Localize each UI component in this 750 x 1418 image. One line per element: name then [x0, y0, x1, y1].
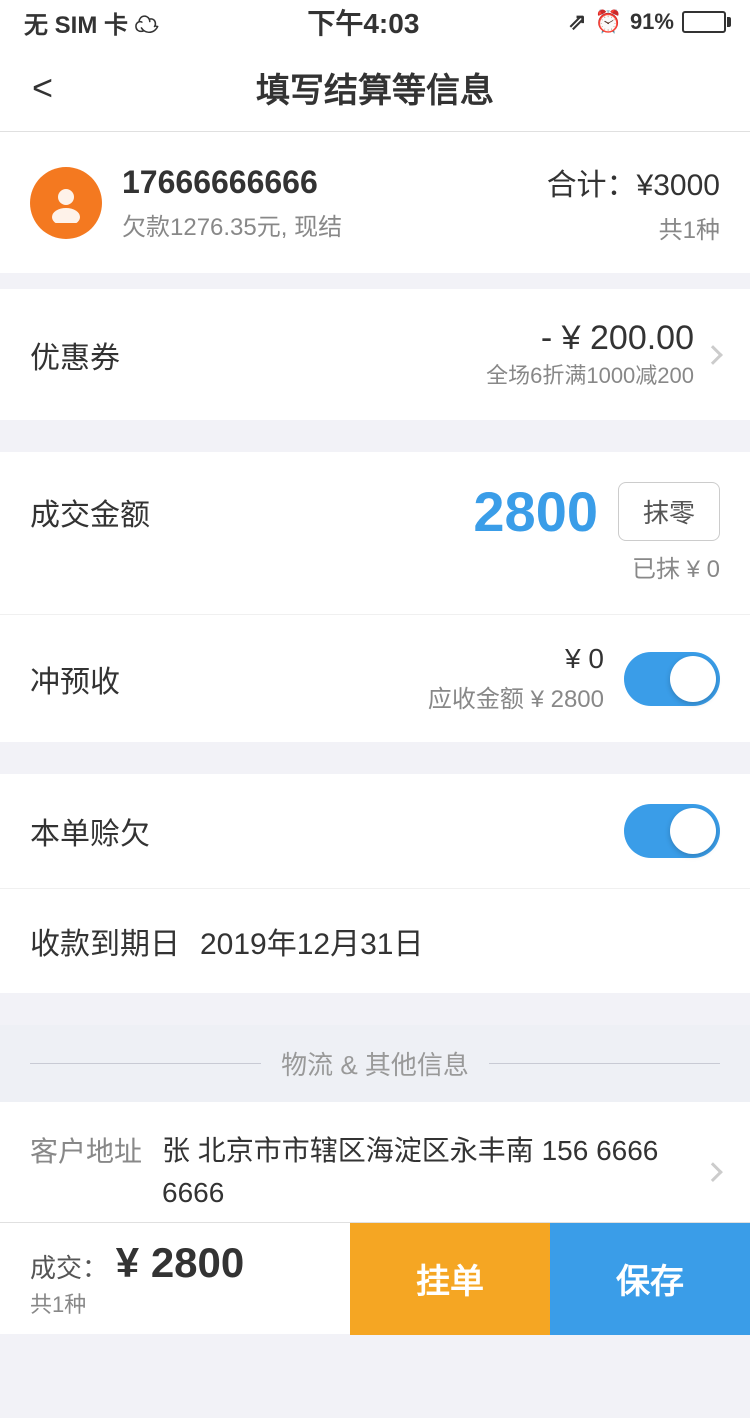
customer-right: 合计：¥3000 共1种 — [547, 160, 720, 245]
gray-divider-3 — [0, 1009, 750, 1025]
page-title: 填写结算等信息 — [256, 63, 494, 112]
gray-divider-1 — [0, 436, 750, 452]
debt-section: 本单赊欠 — [0, 774, 750, 888]
amount-right: 2800 抹零 — [473, 482, 720, 541]
round-button[interactable]: 抹零 — [618, 482, 720, 541]
debt-row: 本单赊欠 — [30, 804, 720, 858]
location-icon: ⇗ — [568, 9, 586, 35]
debt-label: 本单赊欠 — [30, 809, 150, 853]
back-button[interactable]: < — [24, 59, 61, 117]
coupon-values: - ¥ 200.00 全场6折满1000减200 — [486, 319, 694, 390]
bottom-count: 共1种 — [30, 1287, 320, 1319]
save-button[interactable]: 保存 — [550, 1223, 750, 1335]
avatar — [30, 167, 102, 239]
status-right: ⇗ ⏰ 91% — [568, 9, 726, 35]
bottom-total-amount: ¥ 2800 — [116, 1239, 244, 1286]
prepay-section: 冲预收 ¥ 0 应收金额 ¥ 2800 — [0, 614, 750, 742]
amount-value: 2800 — [473, 484, 598, 540]
amount-sub: 已抹 ¥ 0 — [30, 549, 720, 584]
status-bar: 无 SIM 卡 ☁ 下午4:03 ⇗ ⏰ 91% — [0, 0, 750, 44]
bottom-total-row: 成交： ¥ 2800 — [30, 1239, 320, 1287]
coupon-discount: - ¥ 200.00 — [486, 319, 694, 358]
due-date-value: 2019年12月31日 — [200, 919, 423, 963]
customer-card: 17666666666 欠款1276.35元, 现结 合计：¥3000 共1种 — [0, 132, 750, 273]
nav-bar: < 填写结算等信息 — [0, 44, 750, 132]
sim-status: 无 SIM 卡 ☁ — [24, 5, 159, 40]
divider-line-right — [489, 1063, 720, 1064]
due-date-section: 收款到期日 2019年12月31日 — [0, 888, 750, 993]
battery-percent: 91% — [630, 9, 674, 35]
customer-left: 17666666666 欠款1276.35元, 现结 — [30, 164, 342, 242]
prepay-right: ¥ 0 应收金额 ¥ 2800 — [428, 643, 720, 714]
bottom-total-label: 成交： — [30, 1253, 108, 1283]
chevron-right-icon — [703, 345, 723, 365]
bottom-bar: 成交： ¥ 2800 共1种 挂单 保存 — [0, 1222, 750, 1334]
amount-section: 成交金额 2800 抹零 已抹 ¥ 0 — [0, 452, 750, 614]
amount-label: 成交金额 — [30, 490, 150, 534]
total-count: 共1种 — [547, 210, 720, 245]
prepay-sub: 应收金额 ¥ 2800 — [428, 679, 604, 714]
prepay-amount: ¥ 0 — [428, 643, 604, 675]
total-amount: 合计：¥3000 — [547, 160, 720, 204]
coupon-right: - ¥ 200.00 全场6折满1000减200 — [486, 319, 720, 390]
customer-debt: 欠款1276.35元, 现结 — [122, 207, 342, 242]
address-value: 张 北京市市辖区海淀区永丰南 156 6666 6666 — [162, 1130, 706, 1214]
debt-toggle[interactable] — [624, 804, 720, 858]
pending-button[interactable]: 挂单 — [350, 1223, 550, 1335]
address-left: 客户地址 张 北京市市辖区海淀区永丰南 156 6666 6666 — [30, 1130, 706, 1214]
customer-info: 17666666666 欠款1276.35元, 现结 — [122, 164, 342, 242]
prepay-toggle[interactable] — [624, 652, 720, 706]
logistics-label: 物流 & 其他信息 — [281, 1045, 469, 1082]
bottom-summary: 成交： ¥ 2800 共1种 — [0, 1239, 350, 1319]
coupon-section: 优惠券 - ¥ 200.00 全场6折满1000减200 — [0, 289, 750, 420]
address-row: 客户地址 张 北京市市辖区海淀区永丰南 156 6666 6666 — [30, 1130, 720, 1214]
coupon-desc: 全场6折满1000减200 — [486, 358, 694, 390]
status-left: 无 SIM 卡 ☁ — [24, 5, 159, 40]
address-label: 客户地址 — [30, 1130, 142, 1170]
alarm-icon: ⏰ — [595, 9, 622, 35]
gray-divider-2 — [0, 758, 750, 774]
address-section[interactable]: 客户地址 张 北京市市辖区海淀区永丰南 156 6666 6666 — [0, 1102, 750, 1242]
divider-line-left — [30, 1063, 261, 1064]
status-time: 下午4:03 — [307, 2, 419, 42]
coupon-label: 优惠券 — [30, 333, 120, 377]
amount-row: 成交金额 2800 抹零 — [30, 482, 720, 541]
date-row: 收款到期日 2019年12月31日 — [30, 919, 720, 963]
battery-icon — [682, 11, 726, 33]
prepay-values: ¥ 0 应收金额 ¥ 2800 — [428, 643, 604, 714]
due-date-label: 收款到期日 — [30, 919, 180, 963]
logistics-divider: 物流 & 其他信息 — [0, 1025, 750, 1102]
coupon-row[interactable]: 优惠券 - ¥ 200.00 全场6折满1000减200 — [0, 289, 750, 420]
customer-phone: 17666666666 — [122, 164, 342, 201]
prepay-label: 冲预收 — [30, 657, 120, 701]
prepay-row: 冲预收 ¥ 0 应收金额 ¥ 2800 — [30, 643, 720, 714]
